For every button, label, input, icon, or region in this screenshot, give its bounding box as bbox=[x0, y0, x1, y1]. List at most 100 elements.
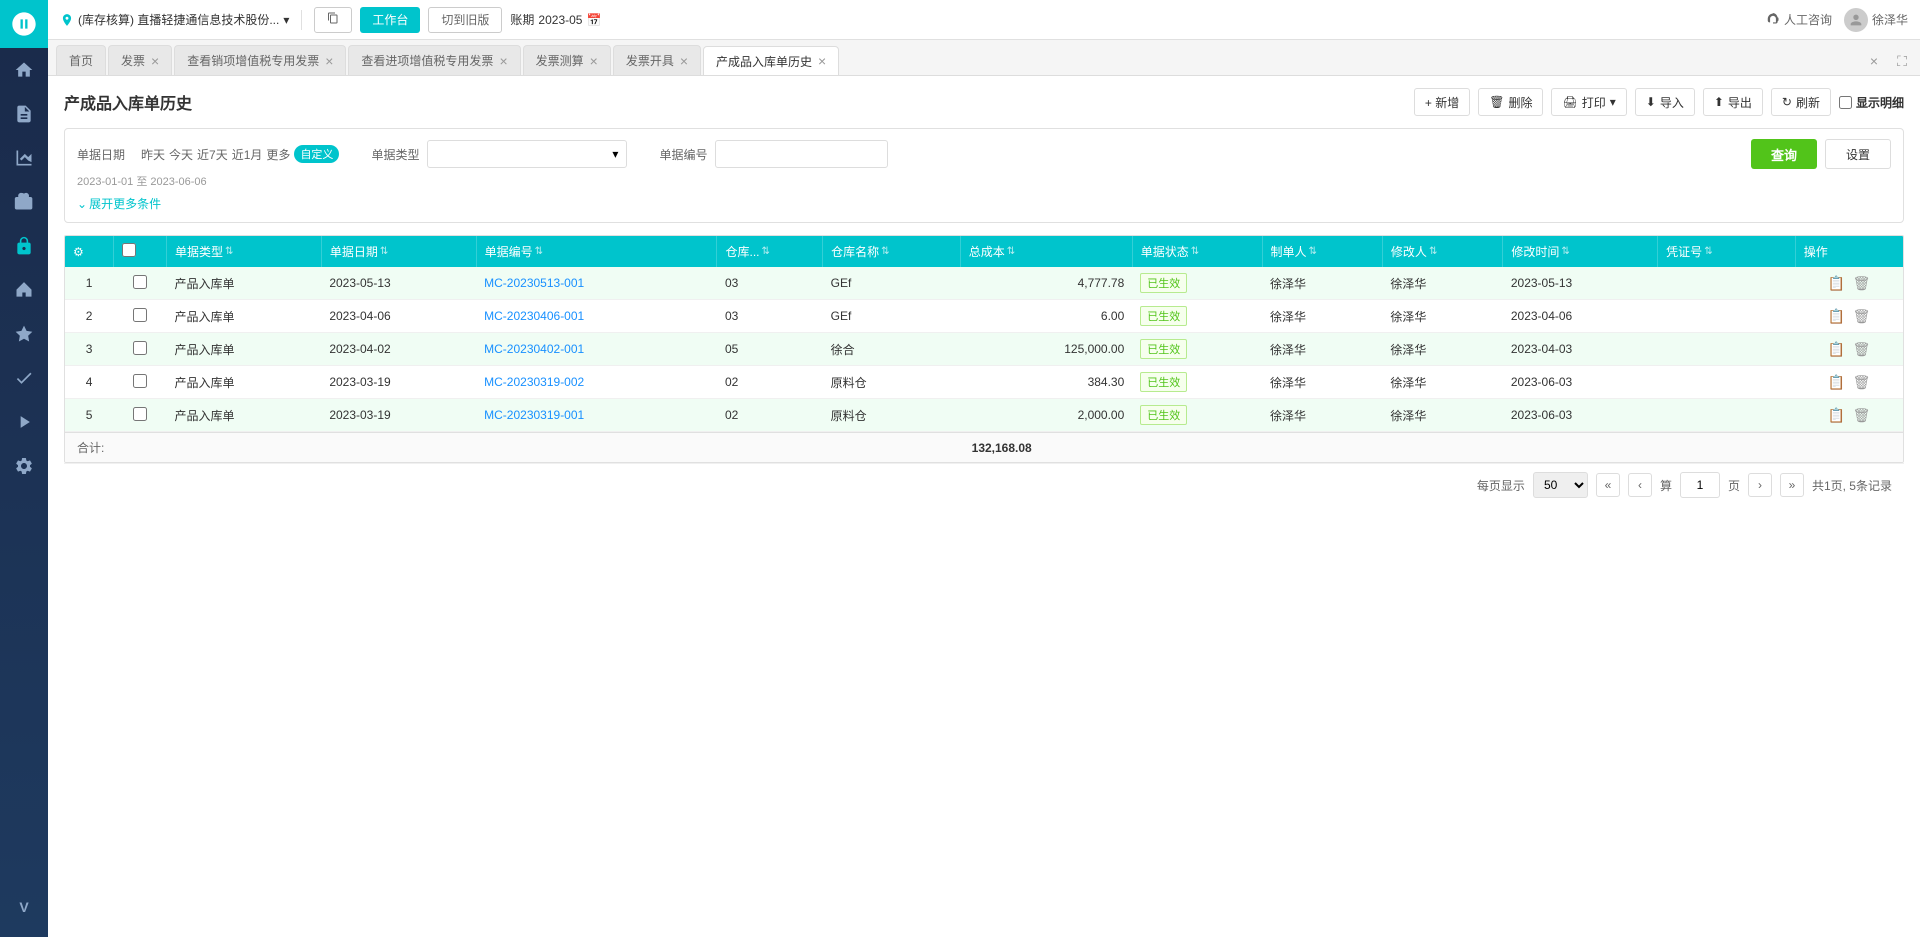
row-delete-icon[interactable]: 🗑 bbox=[1853, 275, 1871, 291]
sidebar-item-settings2[interactable] bbox=[0, 312, 48, 356]
workbench-btn[interactable]: 工作台 bbox=[360, 7, 420, 33]
custom-tag[interactable]: 自定义 bbox=[294, 145, 339, 163]
sidebar-item-stamp[interactable] bbox=[0, 268, 48, 312]
refresh-btn[interactable]: ↻ 刷新 bbox=[1771, 88, 1831, 116]
sort-modifier[interactable]: 修改人⇅ bbox=[1391, 243, 1494, 260]
col-maker-header: 制单人⇅ bbox=[1262, 236, 1382, 267]
tab-invoice-calc-label: 发票测算 bbox=[536, 52, 584, 69]
row-edit-icon[interactable]: 📋 bbox=[1828, 407, 1845, 423]
sort-num[interactable]: 单据编号⇅ bbox=[485, 243, 709, 260]
row-edit-icon[interactable]: 📋 bbox=[1828, 308, 1845, 324]
sort-cost-icon: ⇅ bbox=[1007, 246, 1015, 257]
sidebar-item-doc[interactable] bbox=[0, 92, 48, 136]
sort-type[interactable]: 单据类型⇅ bbox=[175, 243, 313, 260]
sort-maker[interactable]: 制单人⇅ bbox=[1271, 243, 1374, 260]
tab-invoice-close[interactable]: × bbox=[151, 54, 159, 68]
sort-wh-name[interactable]: 仓库名称⇅ bbox=[831, 243, 952, 260]
query-btn[interactable]: 查询 bbox=[1751, 139, 1817, 169]
row-checkbox[interactable] bbox=[133, 341, 147, 355]
show-detail-label[interactable]: 显示明细 bbox=[1839, 94, 1904, 111]
row-number-link[interactable]: MC-20230406-001 bbox=[484, 309, 584, 323]
last7-shortcut[interactable]: 近7天 bbox=[197, 146, 228, 163]
tab-invoice-open-close[interactable]: × bbox=[680, 54, 688, 68]
row-checkbox[interactable] bbox=[133, 407, 147, 421]
sort-voucher[interactable]: 凭证号⇅ bbox=[1666, 243, 1787, 260]
row-edit-icon[interactable]: 📋 bbox=[1828, 275, 1845, 291]
tab-home[interactable]: 首页 bbox=[56, 45, 106, 75]
user-info[interactable]: 徐泽华 bbox=[1844, 8, 1908, 32]
show-detail-checkbox[interactable] bbox=[1839, 96, 1852, 109]
sidebar-item-version[interactable]: V bbox=[0, 885, 48, 929]
row-delete-icon[interactable]: 🗑 bbox=[1853, 407, 1871, 423]
row-wh-code: 03 bbox=[717, 267, 823, 300]
print-btn[interactable]: 🖨 打印 ▾ bbox=[1551, 88, 1626, 116]
row-delete-icon[interactable]: 🗑 bbox=[1853, 341, 1871, 357]
import-btn[interactable]: ⬇ 导入 bbox=[1635, 88, 1695, 116]
sort-status[interactable]: 单据状态⇅ bbox=[1141, 243, 1254, 260]
row-edit-icon[interactable]: 📋 bbox=[1828, 341, 1845, 357]
table-row: 2 产品入库单 2023-04-06 MC-20230406-001 03 GE… bbox=[65, 300, 1903, 333]
row-checkbox[interactable] bbox=[133, 374, 147, 388]
sort-cost[interactable]: 总成本⇅ bbox=[969, 243, 1124, 260]
settings-icon[interactable]: ⚙ bbox=[73, 245, 84, 259]
sidebar-item-play[interactable] bbox=[0, 400, 48, 444]
tab-purchase-invoice[interactable]: 查看进项增值税专用发票 × bbox=[348, 45, 520, 75]
sidebar-item-chart[interactable] bbox=[0, 136, 48, 180]
per-page-select[interactable]: 50 100 200 bbox=[1533, 472, 1588, 498]
sidebar-item-lock[interactable] bbox=[0, 224, 48, 268]
copy-doc-btn[interactable] bbox=[314, 7, 352, 33]
doc-type-select-wrap[interactable]: ▾ bbox=[427, 140, 627, 168]
row-status: 已生效 bbox=[1132, 399, 1262, 432]
sort-modify-time[interactable]: 修改时间⇅ bbox=[1511, 243, 1649, 260]
tab-invoice-calc[interactable]: 发票测算 × bbox=[523, 45, 611, 75]
col-modify-time-header: 修改时间⇅ bbox=[1503, 236, 1658, 267]
tab-purchase-invoice-close[interactable]: × bbox=[499, 54, 507, 68]
sidebar-item-home[interactable] bbox=[0, 48, 48, 92]
last-page-btn[interactable]: » bbox=[1780, 473, 1804, 497]
tab-sales-invoice[interactable]: 查看销项增值税专用发票 × bbox=[174, 45, 346, 75]
row-number-link[interactable]: MC-20230319-002 bbox=[484, 375, 584, 389]
prev-page-btn[interactable]: ‹ bbox=[1628, 473, 1652, 497]
tab-maximize[interactable]: ⛶ bbox=[1892, 51, 1912, 71]
row-delete-icon[interactable]: 🗑 bbox=[1853, 374, 1871, 390]
sidebar-item-gear[interactable] bbox=[0, 444, 48, 488]
page-input[interactable] bbox=[1680, 472, 1720, 498]
tab-product-history[interactable]: 产成品入库单历史 × bbox=[703, 46, 839, 76]
sidebar-item-task[interactable] bbox=[0, 356, 48, 400]
calendar-icon[interactable]: 📅 bbox=[586, 13, 601, 27]
tab-invoice-calc-close[interactable]: × bbox=[590, 54, 598, 68]
row-number-link[interactable]: MC-20230319-001 bbox=[484, 408, 584, 422]
last1m-shortcut[interactable]: 近1月 bbox=[232, 146, 263, 163]
set-btn[interactable]: 设置 bbox=[1825, 139, 1891, 169]
new-btn[interactable]: + 新增 bbox=[1414, 88, 1470, 116]
row-delete-icon[interactable]: 🗑 bbox=[1853, 308, 1871, 324]
row-number-link[interactable]: MC-20230402-001 bbox=[484, 342, 584, 356]
sort-date[interactable]: 单据日期⇅ bbox=[330, 243, 468, 260]
doc-type-filter: 单据类型 ▾ bbox=[371, 140, 627, 168]
yesterday-shortcut[interactable]: 昨天 bbox=[141, 146, 165, 163]
next-page-btn[interactable]: › bbox=[1748, 473, 1772, 497]
company-dropdown-icon[interactable]: ▾ bbox=[283, 13, 289, 27]
tab-sales-invoice-close[interactable]: × bbox=[325, 54, 333, 68]
switch-btn[interactable]: 切到旧版 bbox=[428, 7, 502, 33]
today-shortcut[interactable]: 今天 bbox=[169, 146, 193, 163]
export-btn[interactable]: ⬆ 导出 bbox=[1703, 88, 1763, 116]
select-all-checkbox[interactable] bbox=[122, 243, 136, 257]
first-page-btn[interactable]: « bbox=[1596, 473, 1620, 497]
tab-invoice-open[interactable]: 发票开具 × bbox=[613, 45, 701, 75]
row-checkbox[interactable] bbox=[133, 308, 147, 322]
sort-wh-code[interactable]: 仓库...⇅ bbox=[725, 243, 814, 260]
row-number-link[interactable]: MC-20230513-001 bbox=[484, 276, 584, 290]
support-link[interactable]: 人工咨询 bbox=[1766, 11, 1832, 28]
row-ops: 📋 🗑 bbox=[1795, 300, 1903, 333]
row-checkbox[interactable] bbox=[133, 275, 147, 289]
row-edit-icon[interactable]: 📋 bbox=[1828, 374, 1845, 390]
more-shortcut[interactable]: 更多 bbox=[266, 146, 290, 163]
doc-no-input[interactable] bbox=[715, 140, 888, 168]
delete-btn[interactable]: 🗑 删除 bbox=[1478, 88, 1543, 116]
tab-close-all[interactable]: × bbox=[1864, 51, 1884, 71]
tab-invoice[interactable]: 发票 × bbox=[108, 45, 172, 75]
tab-product-history-close[interactable]: × bbox=[818, 54, 826, 68]
expand-btn[interactable]: ⌄ 展开更多条件 bbox=[77, 195, 1891, 212]
sidebar-item-inventory[interactable] bbox=[0, 180, 48, 224]
